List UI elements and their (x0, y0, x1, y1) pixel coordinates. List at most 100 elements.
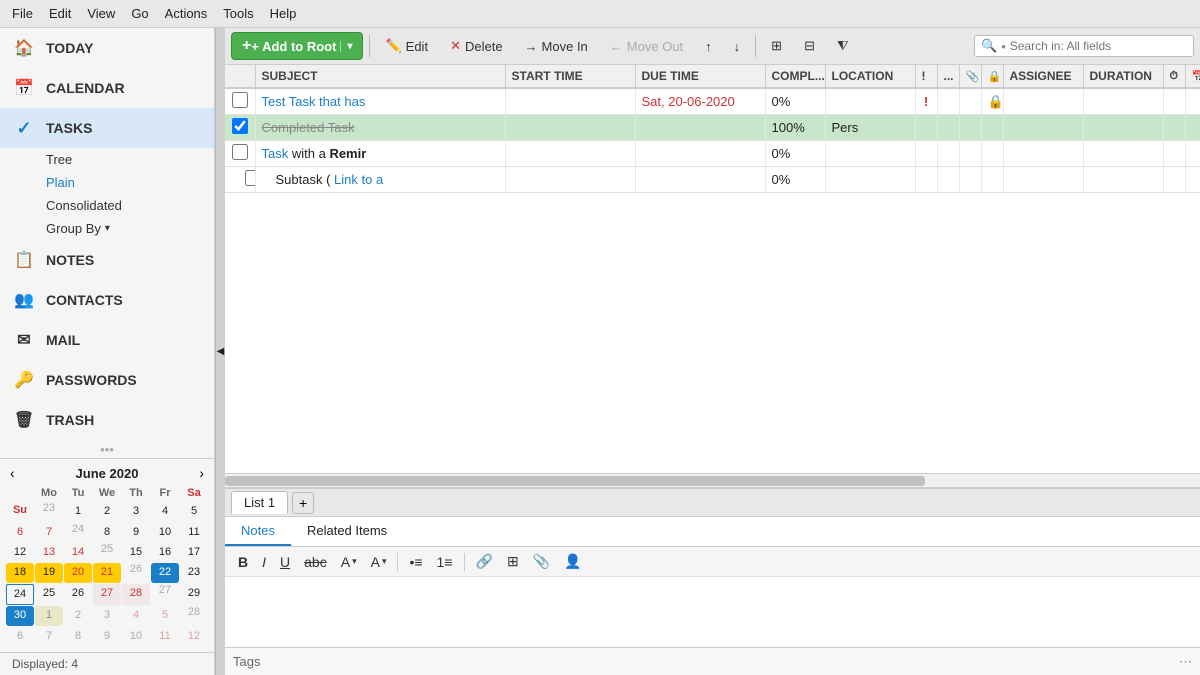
cal-day-13[interactable]: 13 (35, 543, 63, 562)
col-header-clock[interactable]: ⏱ (1163, 65, 1185, 88)
cal-day-22[interactable]: 22 (151, 563, 179, 582)
row4-subject[interactable]: Subtask ( Link to a (255, 167, 505, 193)
col-header-location[interactable]: LOCATION (825, 65, 915, 88)
cal-day-25[interactable]: 25 (35, 584, 63, 605)
cal-day-2[interactable]: 2 (93, 502, 121, 521)
cal-day-27[interactable]: 27 (93, 584, 121, 605)
menu-file[interactable]: File (4, 4, 41, 23)
col-header-attach[interactable]: 📎 (959, 65, 981, 88)
search-input[interactable] (1010, 39, 1187, 53)
cal-day-28[interactable]: 28 (122, 584, 150, 605)
row1-subject[interactable]: Test Task that has (255, 88, 505, 115)
col-header-cal[interactable]: 📅 (1185, 65, 1200, 88)
filter-button[interactable]: ⧨ (828, 34, 858, 58)
cal-day-3[interactable]: 3 (122, 502, 150, 521)
cal-day-14[interactable]: 14 (64, 543, 92, 562)
cal-day-10[interactable]: 10 (151, 523, 179, 542)
cal-day-24[interactable]: 24 (6, 584, 34, 605)
cal-day-jul8[interactable]: 8 (64, 627, 92, 646)
col-header-dots[interactable]: ... (937, 65, 959, 88)
row4-cb[interactable] (225, 167, 255, 193)
row2-subject[interactable]: Completed Task (255, 115, 505, 141)
menu-tools[interactable]: Tools (215, 4, 261, 23)
scroll-thumb[interactable] (225, 476, 925, 486)
delete-button[interactable]: ✕ Delete (441, 34, 511, 58)
task-checkbox-3[interactable] (232, 144, 248, 160)
sidebar-item-calendar[interactable]: 📅 CALENDAR (0, 68, 214, 108)
cal-day-4[interactable]: 4 (151, 502, 179, 521)
cal-day-5[interactable]: 5 (180, 502, 208, 521)
cal-day-20[interactable]: 20 (64, 563, 92, 582)
cal-day-jul11[interactable]: 11 (151, 627, 179, 646)
menu-actions[interactable]: Actions (157, 4, 216, 23)
cal-day-jul9[interactable]: 9 (93, 627, 121, 646)
horizontal-scrollbar[interactable] (225, 473, 1200, 487)
format-link-button[interactable]: 🔗 (471, 551, 498, 572)
move-in-button[interactable]: → Move In (516, 35, 597, 58)
row2-cb[interactable] (225, 115, 255, 141)
task-checkbox-1[interactable] (232, 92, 248, 108)
cal-day-jul2[interactable]: 2 (64, 606, 92, 625)
cal-day-23[interactable]: 23 (180, 563, 208, 582)
sidebar-item-tasks[interactable]: ✓ TASKS (0, 108, 214, 148)
cal-day-jul7[interactable]: 7 (35, 627, 63, 646)
format-table-button[interactable]: ⊞ (502, 551, 524, 572)
format-highlight-button[interactable]: A ▾ (366, 552, 392, 572)
menu-go[interactable]: Go (123, 4, 156, 23)
cal-day-30[interactable]: 30 (6, 606, 34, 625)
add-list-tab-button[interactable]: + (292, 492, 314, 514)
add-to-root-button[interactable]: + + Add to Root ▾ (231, 32, 363, 60)
detail-content[interactable] (225, 577, 1200, 647)
row1-cb[interactable] (225, 88, 255, 115)
cal-day-1[interactable]: 1 (64, 502, 92, 521)
cal-day-jul12[interactable]: 12 (180, 627, 208, 646)
cal-day-29[interactable]: 29 (180, 584, 208, 605)
sidebar-item-notes[interactable]: 📋 NOTES (0, 240, 214, 280)
sidebar-sub-groupby[interactable]: Group By ▾ (0, 217, 214, 240)
cal-day-16[interactable]: 16 (151, 543, 179, 562)
menu-help[interactable]: Help (262, 4, 305, 23)
task-subject-link-3[interactable]: Task (262, 146, 289, 161)
task-subject-2[interactable]: Completed Task (262, 120, 355, 135)
cal-day-26[interactable]: 26 (64, 584, 92, 605)
cal-day-12[interactable]: 12 (6, 543, 34, 562)
cal-day-18[interactable]: 18 (6, 563, 34, 582)
add-dropdown-arrow[interactable]: ▾ (340, 41, 352, 52)
format-font-color-button[interactable]: A ▾ (336, 552, 362, 572)
cal-day-11[interactable]: 11 (180, 523, 208, 542)
format-bold-button[interactable]: B (233, 552, 253, 572)
row3-subject[interactable]: Task with a Remir (255, 141, 505, 167)
cal-day-17[interactable]: 17 (180, 543, 208, 562)
task-subject-link-1[interactable]: Test Task that has (262, 94, 366, 109)
task-checkbox-2[interactable] (232, 118, 248, 134)
col-header-subject[interactable]: SUBJECT (255, 65, 505, 88)
detail-tab-related[interactable]: Related Items (291, 517, 403, 546)
sidebar-item-mail[interactable]: ✉ MAIL (0, 320, 214, 360)
edit-button[interactable]: ✏️ Edit (376, 34, 437, 58)
cal-day-6[interactable]: 6 (6, 523, 34, 542)
detail-tab-notes[interactable]: Notes (225, 517, 291, 546)
sidebar-item-passwords[interactable]: 🔑 PASSWORDS (0, 360, 214, 400)
task-subject-link-4[interactable]: Link to a (334, 172, 383, 187)
cal-day-jul1[interactable]: 1 (35, 606, 63, 625)
format-underline-button[interactable]: U (275, 552, 295, 572)
cal-day-8[interactable]: 8 (93, 523, 121, 542)
cal-day-jul5[interactable]: 5 (151, 606, 179, 625)
cal-day-jul10[interactable]: 10 (122, 627, 150, 646)
view-list-button[interactable]: ⊞ (762, 34, 791, 58)
cal-day-jul3[interactable]: 3 (93, 606, 121, 625)
menu-edit[interactable]: Edit (41, 4, 79, 23)
col-header-duration[interactable]: DURATION (1083, 65, 1163, 88)
cal-day-jul4[interactable]: 4 (122, 606, 150, 625)
format-bullet-button[interactable]: •≡ (404, 552, 427, 572)
view-grid-button[interactable]: ⊟ (795, 34, 824, 58)
sidebar-sub-tree[interactable]: Tree (0, 148, 214, 171)
cal-next-button[interactable]: › (195, 465, 208, 481)
sidebar-toggle[interactable]: ◀ (215, 28, 225, 675)
col-header-start[interactable]: START TIME (505, 65, 635, 88)
col-header-assignee[interactable]: ASSIGNEE (1003, 65, 1083, 88)
col-header-due[interactable]: DUE TIME (635, 65, 765, 88)
cal-day-jul6[interactable]: 6 (6, 627, 34, 646)
col-header-lock[interactable]: 🔒 (981, 65, 1003, 88)
format-contact-button[interactable]: 👤 (559, 551, 586, 572)
